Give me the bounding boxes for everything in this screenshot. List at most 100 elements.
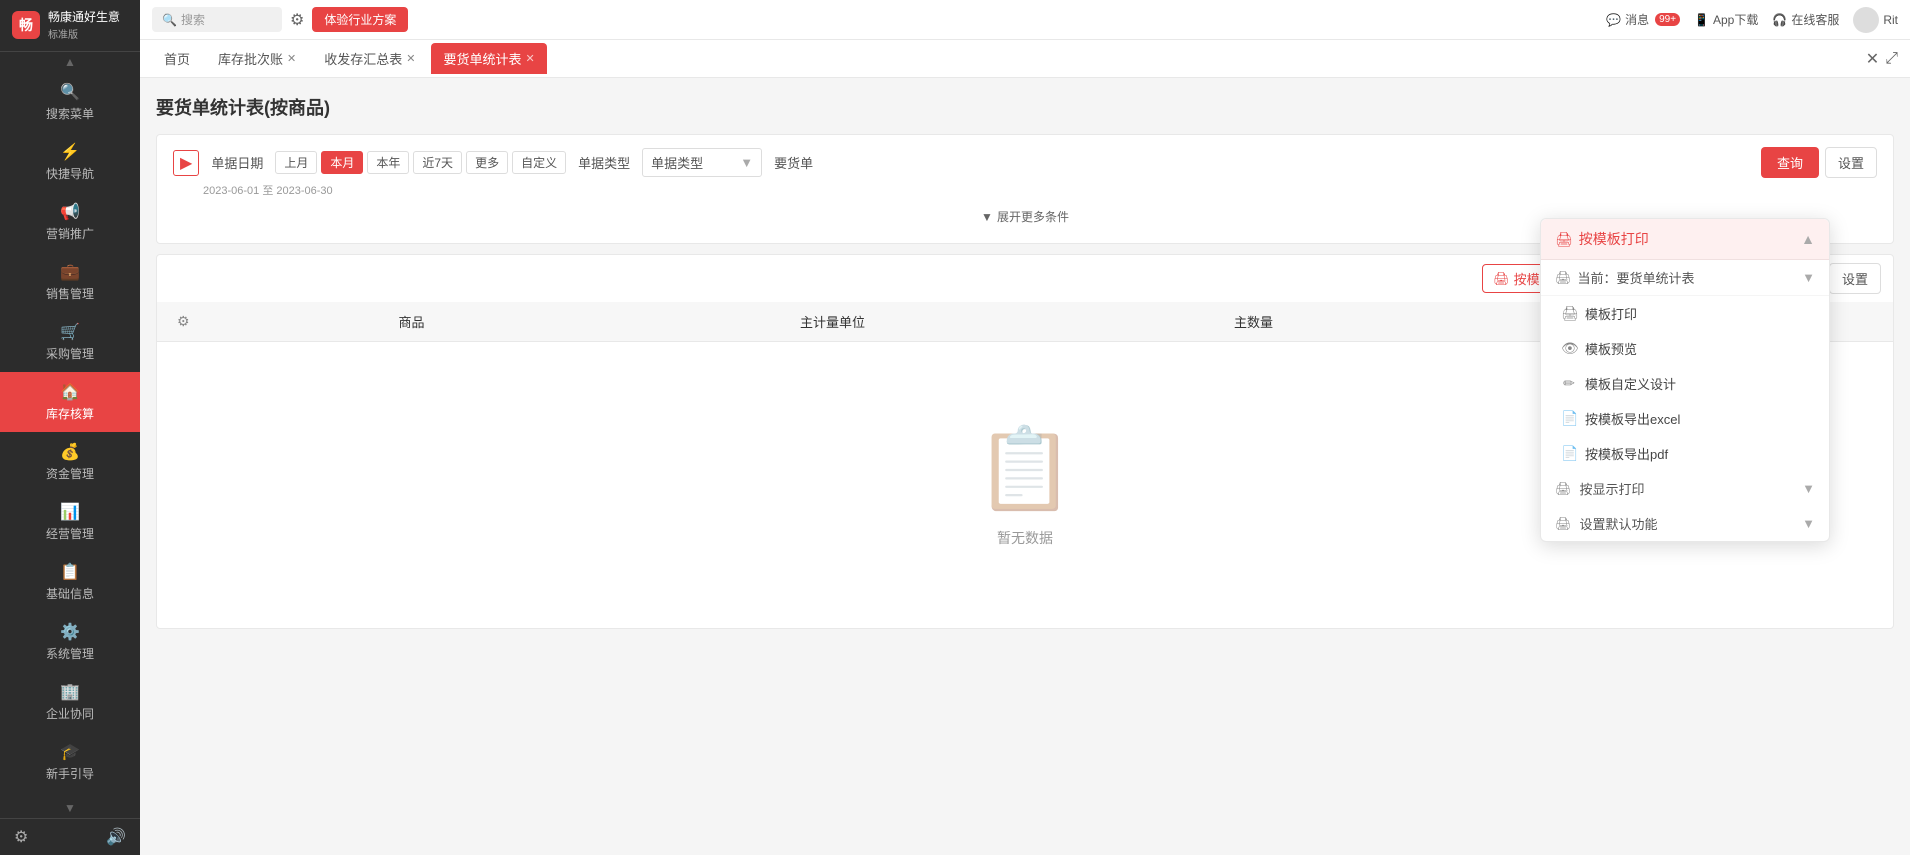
sidebar-nav: 🔍 搜索菜单 ⚡ 快捷导航 📢 营销推广 💼 销售管理 🛒 采购管理 🏠 库存核… — [0, 72, 140, 798]
sidebar-item-finance[interactable]: 💰 资金管理 — [0, 432, 140, 492]
dropdown-header-left: 🖨 按模板打印 — [1555, 229, 1649, 249]
logo-icon: 畅 — [12, 11, 40, 39]
settings-button[interactable]: 设置 — [1829, 263, 1881, 294]
date-btn-0[interactable]: 上月 — [275, 151, 317, 174]
message-icon: 💬 — [1606, 13, 1621, 27]
tab-home[interactable]: 首页 — [152, 43, 202, 74]
dropdown-item-export-excel[interactable]: 📄 按模板导出excel — [1541, 401, 1829, 436]
sidebar-item-guide[interactable]: 🎓 新手引导 — [0, 732, 140, 792]
sidebar-item-basic[interactable]: 📋 基础信息 — [0, 552, 140, 612]
sidebar-label-search: 搜索菜单 — [46, 105, 94, 122]
user-avatar-area[interactable]: Rit — [1853, 7, 1898, 33]
gear-icon[interactable]: ⚙ — [290, 10, 304, 30]
date-btn-3[interactable]: 近7天 — [413, 151, 462, 174]
select-arrow-icon: ▼ — [740, 155, 753, 170]
filter-row: ▶ 单据日期 上月本月本年近7天更多自定义 单据类型 单据类型 ▼ 要货单 查询… — [173, 147, 1877, 178]
dropdown-item-export-pdf[interactable]: 📄 按模板导出pdf — [1541, 436, 1829, 471]
sidebar-label-operation: 经营管理 — [46, 525, 94, 542]
filter-query-button[interactable]: 查询 — [1761, 147, 1819, 178]
date-btn-5[interactable]: 自定义 — [512, 151, 566, 174]
sidebar-item-system[interactable]: ⚙️ 系统管理 — [0, 612, 140, 672]
filter-settings-button[interactable]: 设置 — [1825, 147, 1877, 178]
sidebar-item-search[interactable]: 🔍 搜索菜单 — [0, 72, 140, 132]
no-data-icon: 📋 — [975, 422, 1075, 516]
dropdown-item-template-preview[interactable]: 👁 模板预览 — [1541, 331, 1829, 366]
settings-icon[interactable]: ⚙ — [14, 827, 28, 847]
dropdown-icon-template-print: 🖨 — [1561, 305, 1577, 322]
sidebar-item-purchase[interactable]: 🛒 采购管理 — [0, 312, 140, 372]
trial-button[interactable]: 体验行业方案 — [312, 7, 408, 32]
date-btn-4[interactable]: 更多 — [466, 151, 508, 174]
dropdown-items-list: 🖨 模板打印 👁 模板预览 ✏ 模板自定义设计 📄 按模板导出excel 📄 按… — [1541, 296, 1829, 471]
sidebar-label-purchase: 采购管理 — [46, 345, 94, 362]
sidebar-scroll-up[interactable]: ▲ — [0, 52, 140, 72]
topbar-right: 💬 消息 99+ 📱 App下载 🎧 在线客服 Rit — [1606, 7, 1898, 33]
sidebar-item-shortcut[interactable]: ⚡ 快捷导航 — [0, 132, 140, 192]
sound-icon[interactable]: 🔊 — [106, 827, 126, 847]
sidebar-item-apps[interactable]: 📱 应用中心 — [0, 792, 140, 798]
no-data-text: 暂无数据 — [997, 528, 1053, 548]
service-icon: 🎧 — [1772, 13, 1787, 27]
window-close-btn[interactable]: ✕ — [1866, 49, 1879, 69]
messages-btn[interactable]: 💬 消息 99+ — [1606, 11, 1680, 28]
date-btn-2[interactable]: 本年 — [367, 151, 409, 174]
filter-actions: 查询设置 — [1761, 147, 1877, 178]
tab-batch[interactable]: 库存批次账✕ — [206, 43, 308, 74]
th-unit: 主计量单位 — [622, 302, 1043, 341]
dropdown-section-default-settings[interactable]: 🖨 设置默认功能 ▼ — [1541, 506, 1829, 541]
tab-receipt-summary[interactable]: 收发存汇总表 ✕ — [312, 43, 427, 74]
bill-type-label: 单据类型 — [578, 153, 630, 172]
bill-type-select[interactable]: 单据类型 ▼ — [642, 148, 762, 177]
sidebar-label-system: 系统管理 — [46, 645, 94, 662]
tab-close-demand-stats[interactable]: ✕ — [526, 52, 535, 65]
sidebar-item-enterprise[interactable]: 🏢 企业协同 — [0, 672, 140, 732]
filter-expand-icon[interactable]: ▶ — [173, 150, 199, 176]
dropdown-chevron-up-icon[interactable]: ▲ — [1801, 231, 1815, 247]
sidebar-label-guide: 新手引导 — [46, 765, 94, 782]
dropdown-label-template-print: 模板打印 — [1585, 304, 1637, 323]
dropdown-menu: 🖨 按模板打印 ▲ 🖨 当前：要货单统计表 ▼ — [1540, 218, 1830, 542]
sidebar-icon-operation: 📊 — [60, 502, 80, 522]
tab-label-demand-stats: 要货单统计表 — [443, 49, 521, 68]
window-expand-btn[interactable]: ⤢ — [1885, 50, 1898, 68]
sidebar-icon-marketing: 📢 — [60, 202, 80, 222]
th-product: 商品 — [201, 302, 622, 341]
date-btn-1[interactable]: 本月 — [321, 151, 363, 174]
sidebar-item-marketing[interactable]: 📢 营销推广 — [0, 192, 140, 252]
sidebar-icon-sales: 💼 — [60, 262, 80, 282]
dropdown-item-template-design[interactable]: ✏ 模板自定义设计 — [1541, 366, 1829, 401]
app-icon: 📱 — [1694, 13, 1709, 27]
dropdown-sections: 🖨 按显示打印 ▼ 🖨 设置默认功能 ▼ — [1541, 471, 1829, 541]
tab-window-controls: ✕ ⤢ — [1866, 49, 1898, 69]
sidebar-item-sales[interactable]: 💼 销售管理 — [0, 252, 140, 312]
app-download-btn[interactable]: 📱 App下载 — [1694, 11, 1758, 28]
dropdown-header: 🖨 按模板打印 ▲ — [1541, 219, 1829, 260]
sidebar-scroll-down[interactable]: ▼ — [0, 798, 140, 818]
sidebar-label-shortcut: 快捷导航 — [46, 165, 94, 182]
th-settings[interactable]: ⚙ — [165, 303, 201, 340]
page-title: 要货单统计表(按商品) — [156, 94, 1894, 120]
tab-close-receipt-summary[interactable]: ✕ — [406, 52, 415, 65]
sidebar-label-sales: 销售管理 — [46, 285, 94, 302]
dropdown-icon-template-preview: 👁 — [1561, 340, 1577, 357]
dropdown-current-header[interactable]: 🖨 当前：要货单统计表 ▼ — [1541, 260, 1829, 295]
date-range: 2023-06-01 至 2023-06-30 — [203, 182, 1877, 198]
tabs-bar: 首页库存批次账✕ 收发存汇总表 ✕ 要货单统计表 ✕ ✕ ⤢ — [140, 40, 1910, 78]
tab-close-batch[interactable]: ✕ — [287, 52, 296, 65]
tab-label-receipt-summary: 收发存汇总表 — [324, 49, 402, 68]
logo-badge: 标准版 — [48, 26, 120, 41]
dropdown-section-display-print[interactable]: 🖨 按显示打印 ▼ — [1541, 471, 1829, 506]
content-area: 要货单统计表(按商品) ▶ 单据日期 上月本月本年近7天更多自定义 单据类型 单… — [140, 78, 1910, 855]
date-label: 单据日期 — [211, 153, 263, 172]
sidebar-icon-finance: 💰 — [60, 442, 80, 462]
dropdown-item-template-print[interactable]: 🖨 模板打印 — [1541, 296, 1829, 331]
section-icon-default-settings: 🖨 — [1555, 516, 1572, 532]
sidebar-item-operation[interactable]: 📊 经营管理 — [0, 492, 140, 552]
sidebar-logo: 畅 畅康通好生意 标准版 — [0, 0, 140, 52]
online-service-btn[interactable]: 🎧 在线客服 — [1772, 11, 1839, 28]
tab-label-home: 首页 — [164, 49, 190, 68]
section-label-display-print: 按显示打印 — [1580, 479, 1645, 498]
tab-demand-stats[interactable]: 要货单统计表 ✕ — [431, 43, 546, 74]
sidebar-item-inventory[interactable]: 🏠 库存核算 — [0, 372, 140, 432]
search-bar[interactable]: 🔍 搜索 — [152, 7, 282, 32]
